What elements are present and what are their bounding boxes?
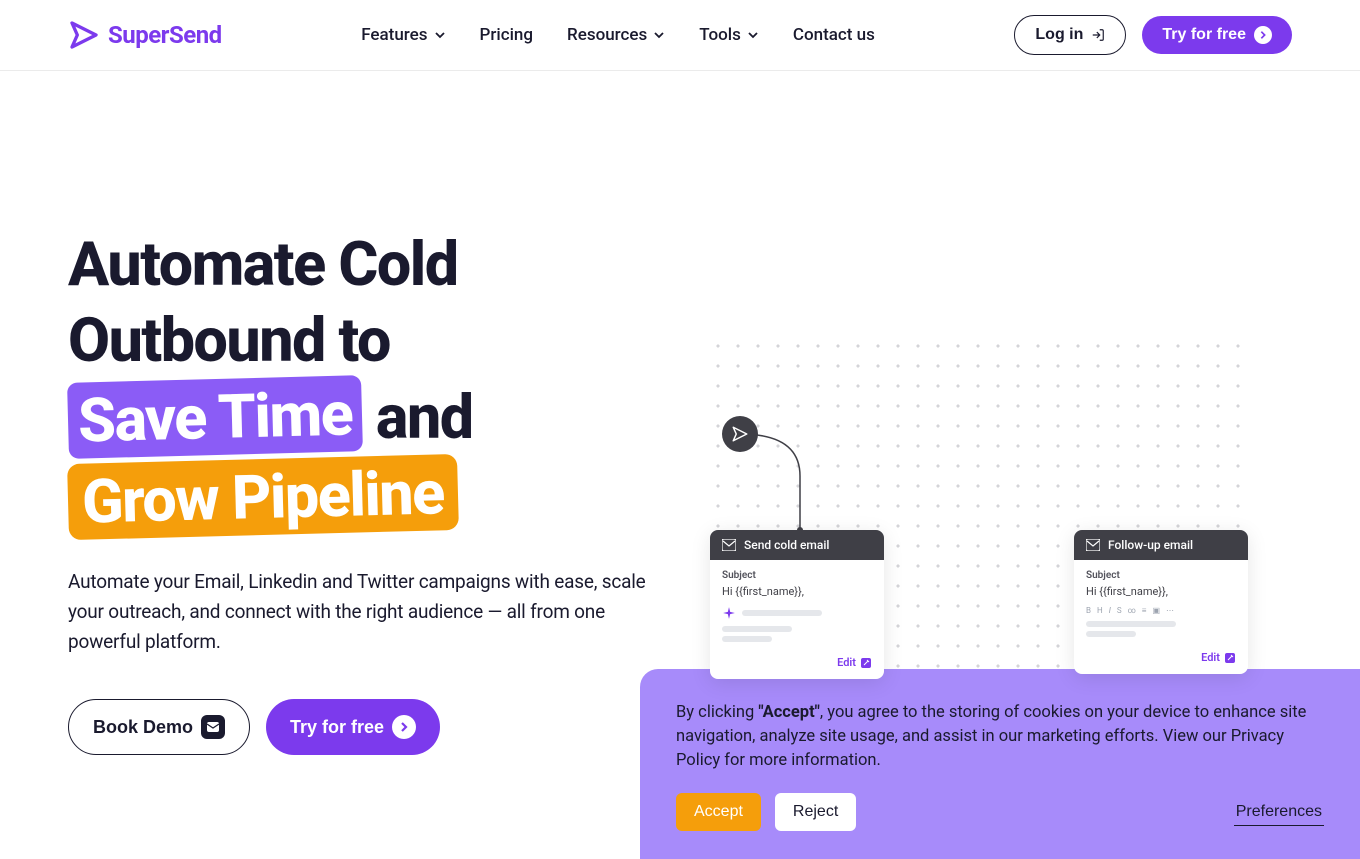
card-footer: Edit: [1074, 647, 1248, 674]
skeleton-line: [1086, 621, 1176, 627]
list-icon: ≡: [1142, 606, 1147, 615]
highlight-save-time: Save Time: [67, 375, 363, 459]
sparkle-icon: [722, 606, 736, 620]
try-free-header-label: Try for free: [1162, 26, 1246, 44]
card-body: Subject Hi {{first_name}}, B H I S ∞ ≡ ▣…: [1074, 560, 1248, 647]
login-button[interactable]: Log in: [1014, 15, 1126, 55]
mail-icon: [1086, 539, 1100, 551]
subject-label: Subject: [722, 570, 872, 581]
try-free-hero-button[interactable]: Try for free: [266, 699, 440, 755]
nav-tools-label: Tools: [699, 25, 741, 45]
logo-icon: [68, 19, 100, 51]
format-toolbar: B H I S ∞ ≡ ▣ ⋯: [1086, 606, 1236, 615]
email-card-cold: Send cold email Subject Hi {{first_name}…: [710, 530, 884, 679]
header: SuperSend Features Pricing Resources Too…: [0, 0, 1360, 71]
cookie-prefs-button[interactable]: Preferences: [1234, 799, 1324, 826]
headline-line1: Automate Cold Outbound to: [68, 228, 458, 376]
chevron-down-icon: [653, 29, 665, 41]
nav-tools[interactable]: Tools: [699, 25, 759, 45]
send-icon: [731, 425, 749, 443]
skeleton-line: [722, 636, 772, 642]
italic-icon: I: [1109, 606, 1111, 615]
edit-icon: [1224, 652, 1236, 664]
more-icon: ⋯: [1166, 606, 1174, 615]
logo[interactable]: SuperSend: [68, 19, 222, 51]
skeleton-line: [722, 626, 792, 632]
nav-resources[interactable]: Resources: [567, 25, 665, 45]
card-title: Send cold email: [744, 538, 829, 552]
mail-icon: [722, 539, 736, 551]
cookie-accept-button[interactable]: Accept: [676, 793, 761, 831]
link-icon: ∞: [1128, 606, 1136, 615]
nav-features-label: Features: [361, 25, 427, 45]
headline: Automate Cold Outbound to Save Time and …: [68, 226, 660, 535]
greeting-text: Hi {{first_name}},: [722, 585, 872, 598]
cookie-banner: By clicking "Accept", you agree to the s…: [640, 669, 1360, 859]
nav-pricing-label: Pricing: [480, 25, 534, 45]
cookie-actions: Accept Reject Preferences: [676, 793, 1324, 831]
hero-actions: Book Demo Try for free: [68, 699, 660, 755]
nav-pricing[interactable]: Pricing: [480, 25, 534, 45]
image-icon: ▣: [1152, 606, 1160, 615]
try-free-header-button[interactable]: Try for free: [1142, 16, 1292, 54]
strike-icon: S: [1117, 606, 1122, 615]
nav-contact[interactable]: Contact us: [793, 25, 875, 45]
send-node: [722, 416, 758, 452]
hero-content: Automate Cold Outbound to Save Time and …: [68, 226, 660, 755]
heading-icon: H: [1097, 606, 1103, 615]
nav-features[interactable]: Features: [361, 25, 445, 45]
arrow-circle-icon: [392, 715, 416, 739]
main-nav: Features Pricing Resources Tools Contact…: [361, 25, 875, 45]
card-header: Send cold email: [710, 530, 884, 560]
headline-mid: and: [362, 381, 472, 453]
subject-label: Subject: [1086, 570, 1236, 581]
nav-resources-label: Resources: [567, 25, 647, 45]
bold-icon: B: [1086, 606, 1091, 615]
card-title: Follow-up email: [1108, 538, 1193, 552]
email-card-followup: Follow-up email Subject Hi {{first_name}…: [1074, 530, 1248, 674]
hero: Automate Cold Outbound to Save Time and …: [0, 71, 1360, 755]
edit-icon: [860, 657, 872, 669]
chevron-down-icon: [434, 29, 446, 41]
card-footer: Edit: [710, 652, 884, 679]
book-demo-button[interactable]: Book Demo: [68, 699, 250, 755]
ai-sparkle-row: [722, 606, 872, 620]
arrow-circle-icon: [1254, 26, 1272, 44]
try-free-hero-label: Try for free: [290, 717, 384, 738]
book-demo-label: Book Demo: [93, 717, 193, 738]
edit-label: Edit: [1201, 651, 1220, 664]
cookie-reject-button[interactable]: Reject: [775, 793, 856, 831]
card-body: Subject Hi {{first_name}},: [710, 560, 884, 652]
highlight-grow-pipeline: Grow Pipeline: [67, 454, 459, 540]
login-label: Log in: [1035, 26, 1083, 44]
header-actions: Log in Try for free: [1014, 15, 1292, 55]
cookie-bold: "Accept": [758, 703, 820, 722]
subhead: Automate your Email, Linkedin and Twitte…: [68, 567, 648, 657]
login-icon: [1091, 28, 1105, 42]
card-header: Follow-up email: [1074, 530, 1248, 560]
skeleton-line: [742, 610, 822, 616]
logo-text: SuperSend: [108, 21, 222, 49]
cookie-prefix: By clicking: [676, 703, 758, 722]
chevron-down-icon: [747, 29, 759, 41]
mail-icon: [201, 715, 225, 739]
edit-label: Edit: [837, 656, 856, 669]
greeting-text: Hi {{first_name}},: [1086, 585, 1236, 598]
cookie-text: By clicking "Accept", you agree to the s…: [676, 701, 1324, 773]
skeleton-line: [1086, 631, 1136, 637]
nav-contact-label: Contact us: [793, 25, 875, 45]
